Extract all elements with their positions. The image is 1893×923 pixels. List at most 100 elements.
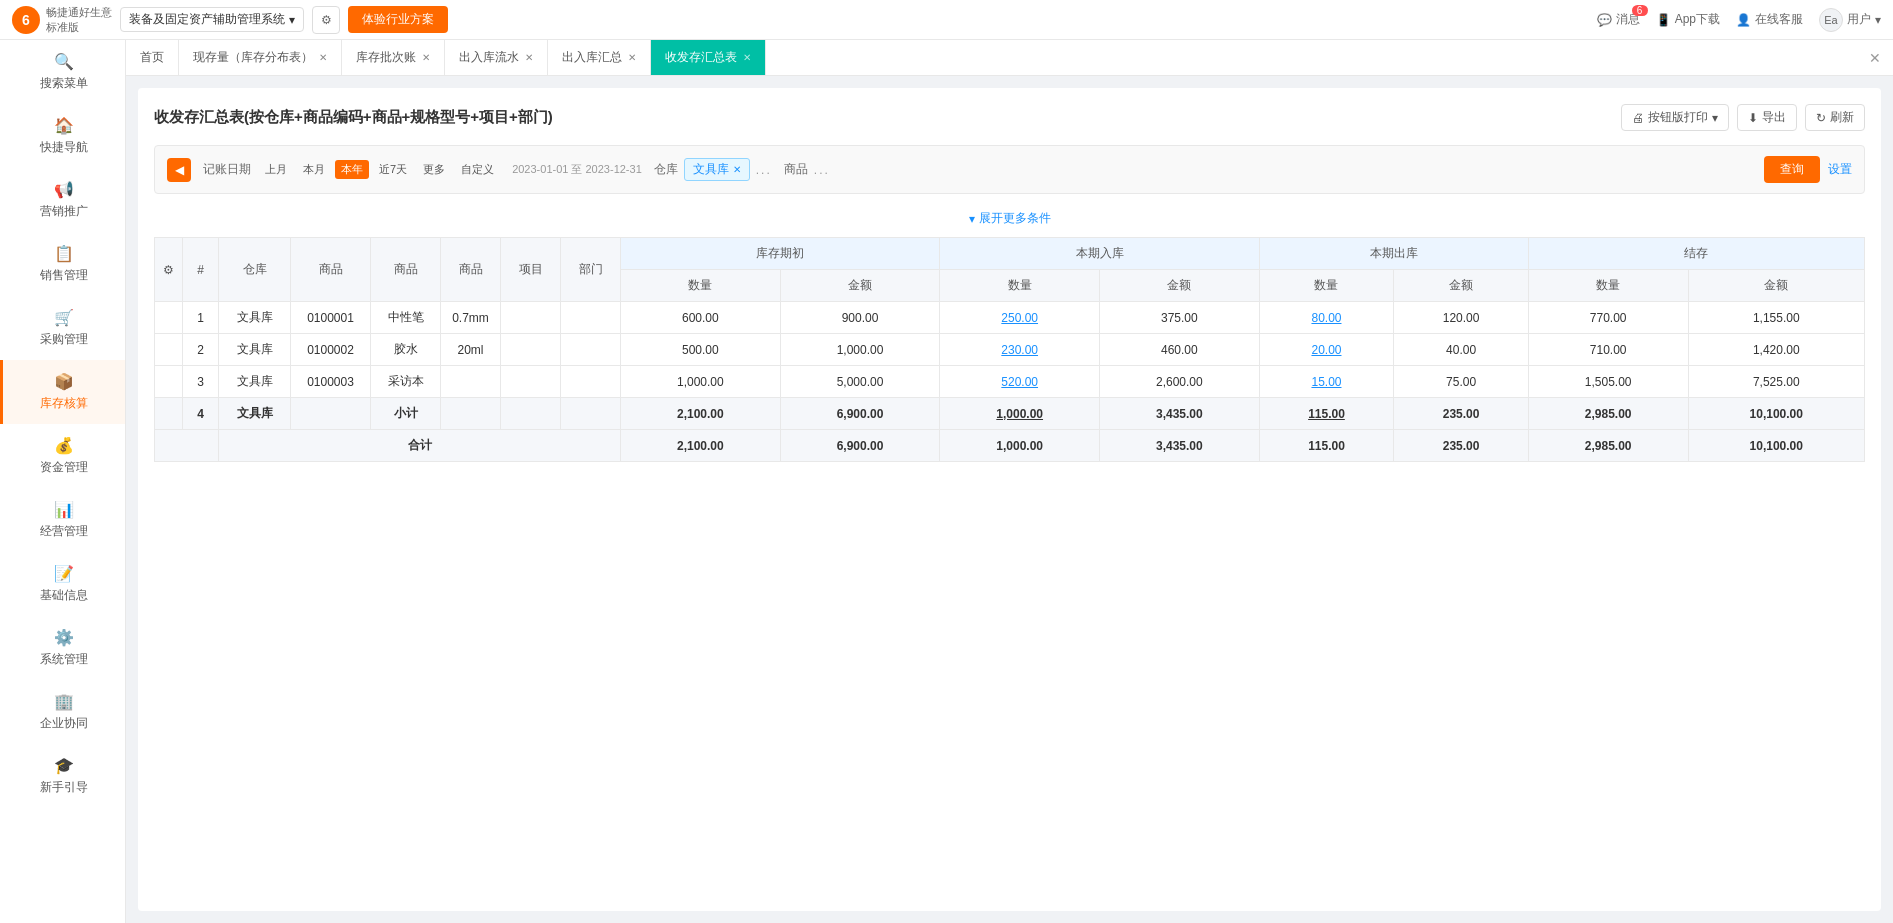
date-more[interactable]: 更多 — [417, 160, 451, 179]
warehouse-tag-close-icon[interactable]: ✕ — [733, 164, 741, 175]
avatar: Ea — [1819, 8, 1843, 32]
row-balance-qty: 770.00 — [1528, 302, 1688, 334]
sidebar-item-operation[interactable]: 📊 经营管理 — [0, 488, 125, 552]
settings-gear-button[interactable]: ⚙ — [312, 6, 340, 34]
row-opening-qty: 500.00 — [621, 334, 781, 366]
tab-home[interactable]: 首页 — [126, 40, 179, 76]
row-name: 胶水 — [371, 334, 441, 366]
tab-inventory-dist-close[interactable]: ✕ — [319, 52, 327, 63]
sidebar-item-quick-nav[interactable]: 🏠 快捷导航 — [0, 104, 125, 168]
row-project — [501, 334, 561, 366]
row-out-qty[interactable]: 15.00 — [1259, 366, 1394, 398]
sidebar-item-search[interactable]: 🔍 搜索菜单 — [0, 40, 125, 104]
tab-inout-summary-close[interactable]: ✕ — [628, 52, 636, 63]
sidebar-item-inventory[interactable]: 📦 库存核算 — [0, 360, 125, 424]
row-out-amt: 75.00 — [1394, 366, 1529, 398]
row-dept — [561, 302, 621, 334]
sidebar-item-purchase[interactable]: 🛒 采购管理 — [0, 296, 125, 360]
trial-button[interactable]: 体验行业方案 — [348, 6, 448, 33]
date-this-month[interactable]: 本月 — [297, 160, 331, 179]
sidebar-item-guide[interactable]: 🎓 新手引导 — [0, 744, 125, 808]
printer-icon: 🖨 — [1632, 111, 1644, 125]
sidebar-item-basic-info[interactable]: 📝 基础信息 — [0, 552, 125, 616]
sidebar-item-marketing[interactable]: 📢 营销推广 — [0, 168, 125, 232]
sidebar-item-finance[interactable]: 💰 资金管理 — [0, 424, 125, 488]
col-out-amt-header: 金额 — [1394, 270, 1529, 302]
user-label: 用户 — [1847, 11, 1871, 28]
app-download-label: App下载 — [1675, 11, 1720, 28]
tab-batch-ledger[interactable]: 库存批次账 ✕ — [342, 40, 445, 76]
row-balance-amt: 1,420.00 — [1688, 334, 1864, 366]
col-opening-amt-header: 金额 — [780, 270, 940, 302]
sidebar-label-purchase: 采购管理 — [40, 331, 88, 348]
settings-link[interactable]: 设置 — [1828, 161, 1852, 178]
tab-batch-ledger-close[interactable]: ✕ — [422, 52, 430, 63]
warehouse-tag[interactable]: 文具库 ✕ — [684, 158, 750, 181]
subtotal-out-qty: 115.00 — [1259, 398, 1394, 430]
system-icon: ⚙️ — [54, 628, 74, 647]
system-selector[interactable]: 装备及固定资产辅助管理系统 ▾ — [120, 7, 304, 32]
tab-bar: 首页 现存量（库存分布表） ✕ 库存批次账 ✕ 出入库流水 ✕ 出入库汇总 ✕ — [126, 40, 1893, 76]
warehouse-more-button[interactable]: ... — [756, 163, 772, 177]
col-spec-header: 商品 — [441, 238, 501, 302]
app-download-button[interactable]: 📱 App下载 — [1656, 11, 1720, 28]
row-in-qty[interactable]: 250.00 — [940, 302, 1100, 334]
filter-collapse-button[interactable]: ◀ — [167, 158, 191, 182]
messages-button[interactable]: 💬 消息 6 — [1597, 11, 1640, 28]
sidebar-item-sales[interactable]: 📋 销售管理 — [0, 232, 125, 296]
expand-down-icon: ▾ — [969, 212, 975, 226]
tab-inout-flow-close[interactable]: ✕ — [525, 52, 533, 63]
date-this-year[interactable]: 本年 — [335, 160, 369, 179]
date-last-month[interactable]: 上月 — [259, 160, 293, 179]
data-table-wrapper: ⚙ # 仓库 商品 商品 商品 项目 部门 库存期初 本期入库 — [154, 237, 1865, 462]
subtotal-num: 4 — [183, 398, 219, 430]
row-out-amt: 40.00 — [1394, 334, 1529, 366]
marketing-icon: 📢 — [54, 180, 74, 199]
row-project — [501, 302, 561, 334]
row-in-qty[interactable]: 520.00 — [940, 366, 1100, 398]
tab-receive-send-summary[interactable]: 收发存汇总表 ✕ — [651, 40, 766, 76]
refresh-button[interactable]: ↻ 刷新 — [1805, 104, 1865, 131]
export-button[interactable]: ⬇ 导出 — [1737, 104, 1797, 131]
expand-more-button[interactable]: ▾ 展开更多条件 — [969, 204, 1051, 227]
tab-receive-send-summary-close[interactable]: ✕ — [743, 52, 751, 63]
tab-inventory-dist[interactable]: 现存量（库存分布表） ✕ — [179, 40, 342, 76]
date-custom[interactable]: 自定义 — [455, 160, 500, 179]
logo-icon: 6 — [12, 6, 40, 34]
home-icon: 🏠 — [54, 116, 74, 135]
subtotal-balance-amt: 10,100.00 — [1688, 398, 1864, 430]
tab-inout-summary-label: 出入库汇总 — [562, 49, 622, 66]
goods-more-button[interactable]: ... — [814, 163, 830, 177]
goods-filter: 商品 ... — [784, 161, 830, 178]
page-title: 收发存汇总表(按仓库+商品编码+商品+规格型号+项目+部门) — [154, 108, 553, 127]
print-label: 按钮版打印 — [1648, 109, 1708, 126]
sidebar-label-guide: 新手引导 — [40, 779, 88, 796]
print-button[interactable]: 🖨 按钮版打印 ▾ — [1621, 104, 1729, 131]
row-out-qty[interactable]: 80.00 — [1259, 302, 1394, 334]
tab-bar-close-all[interactable]: ✕ — [1857, 50, 1893, 66]
sidebar-item-enterprise[interactable]: 🏢 企业协同 — [0, 680, 125, 744]
query-button[interactable]: 查询 — [1764, 156, 1820, 183]
warehouse-filter: 仓库 文具库 ✕ ... — [654, 158, 772, 181]
row-code: 0100002 — [291, 334, 371, 366]
sales-icon: 📋 — [54, 244, 74, 263]
row-num: 1 — [183, 302, 219, 334]
tab-inout-summary[interactable]: 出入库汇总 ✕ — [548, 40, 651, 76]
col-dept-header: 部门 — [561, 238, 621, 302]
tab-inout-flow[interactable]: 出入库流水 ✕ — [445, 40, 548, 76]
subtotal-balance-qty: 2,985.00 — [1528, 398, 1688, 430]
date-last-7-days[interactable]: 近7天 — [373, 160, 413, 179]
row-settings — [155, 334, 183, 366]
tab-inout-flow-label: 出入库流水 — [459, 49, 519, 66]
filter-bar: ◀ 记账日期 上月 本月 本年 近7天 更多 自定义 — [154, 145, 1865, 194]
row-spec: 0.7mm — [441, 302, 501, 334]
row-out-qty[interactable]: 20.00 — [1259, 334, 1394, 366]
col-in-header: 本期入库 — [940, 238, 1259, 270]
online-service-button[interactable]: 👤 在线客服 — [1736, 11, 1803, 28]
row-opening-qty: 1,000.00 — [621, 366, 781, 398]
row-in-qty[interactable]: 230.00 — [940, 334, 1100, 366]
user-button[interactable]: Ea 用户 ▾ — [1819, 8, 1881, 32]
sidebar-item-system[interactable]: ⚙️ 系统管理 — [0, 616, 125, 680]
col-name-header: 商品 — [371, 238, 441, 302]
row-name: 中性笔 — [371, 302, 441, 334]
